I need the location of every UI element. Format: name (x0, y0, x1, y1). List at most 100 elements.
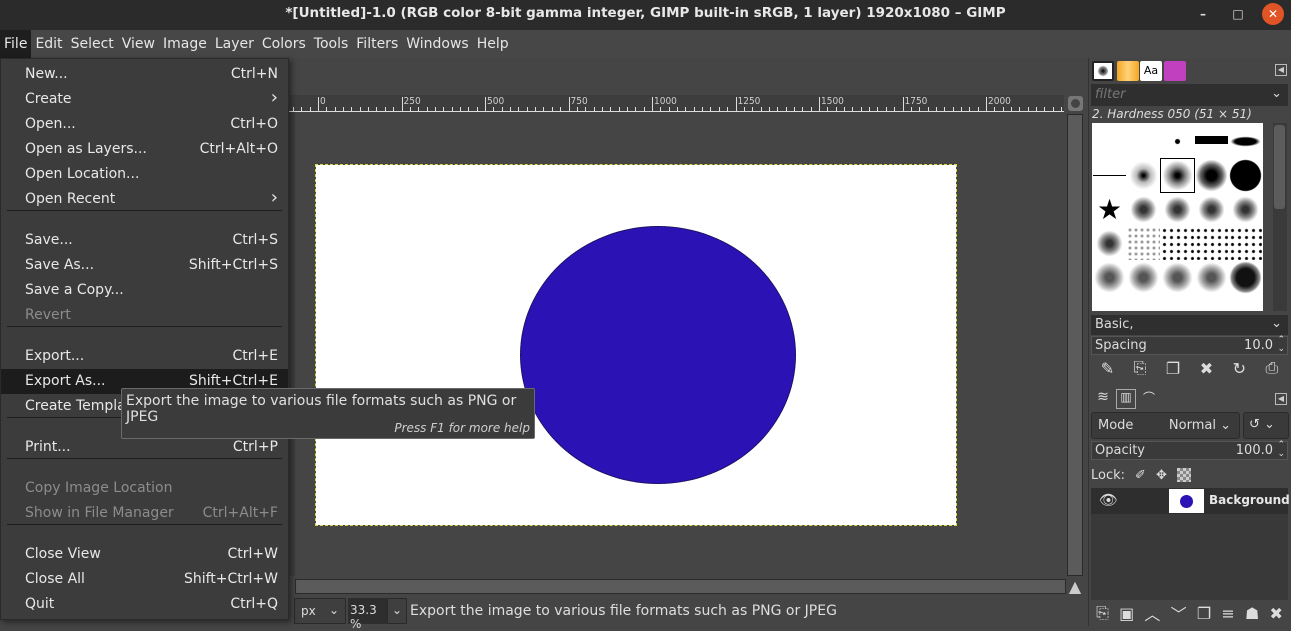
menu-edit[interactable]: Edit (31, 30, 66, 58)
menu-item-copy-image-location[interactable]: Copy Image Location (1, 476, 288, 501)
menu-view[interactable]: View (118, 30, 159, 58)
layer-mask-icon[interactable]: ☗ (1245, 604, 1259, 623)
brush-ellipse-icon[interactable] (1229, 125, 1262, 158)
lower-layer-icon[interactable]: ﹀ (1171, 601, 1187, 625)
brush-texture-icon[interactable] (1161, 261, 1194, 294)
raise-layer-icon[interactable]: ︿ (1144, 601, 1160, 625)
tab-fonts[interactable]: Aa (1140, 61, 1162, 81)
layer-mode-select[interactable]: Mode Normal ⌄ (1091, 412, 1240, 439)
brush-grunge-icon[interactable] (1127, 193, 1160, 226)
brush-line-icon[interactable] (1093, 159, 1126, 192)
delete-brush-icon[interactable]: ✖ (1200, 359, 1213, 378)
brush-tag-select[interactable]: Basic, ⌄ (1091, 315, 1288, 335)
brush-dot-icon[interactable] (1161, 125, 1194, 158)
visibility-eye-icon[interactable]: 👁 (1099, 491, 1118, 509)
brush-soft-m-icon[interactable] (1160, 158, 1195, 193)
menu-filters[interactable]: Filters (352, 30, 402, 58)
menu-item-export[interactable]: Export... Ctrl+E (1, 344, 288, 369)
menu-item-close-view[interactable]: Close View Ctrl+W (1, 542, 288, 567)
menu-item-open-as-layers[interactable]: Open as Layers... Ctrl+Alt+O (1, 137, 288, 162)
brush-splat-icon[interactable] (1127, 227, 1160, 260)
menu-item-save-as[interactable]: Save As... Shift+Ctrl+S (1, 253, 288, 278)
brush-texture-icon[interactable] (1195, 261, 1228, 294)
delete-layer-icon[interactable]: ✖ (1269, 604, 1282, 623)
zoom-dropdown-button[interactable]: ⌄ (387, 598, 407, 624)
vertical-ruler[interactable] (289, 112, 295, 576)
menu-item-revert[interactable]: Revert (1, 303, 288, 328)
lock-position-icon[interactable]: ✥ (1156, 468, 1167, 483)
quick-mask-toggle-icon[interactable]: ▲ (1067, 578, 1083, 596)
brush-dots-icon[interactable] (1195, 227, 1228, 260)
duplicate-layer-icon[interactable]: ❐ (1197, 604, 1211, 623)
menu-item-close-all[interactable]: Close All Shift+Ctrl+W (1, 567, 288, 592)
tab-brushes[interactable] (1092, 61, 1114, 81)
maximize-button[interactable]: □ (1227, 3, 1249, 25)
menu-item-new[interactable]: New... Ctrl+N (1, 62, 288, 87)
menu-item-quit[interactable]: Quit Ctrl+Q (1, 592, 288, 617)
tab-channels[interactable]: ▥ (1116, 389, 1136, 409)
composite-mode-select[interactable]: ↺ ⌄ (1243, 412, 1289, 439)
menu-item-create[interactable]: Create › (1, 87, 288, 112)
chevron-down-icon[interactable]: ⌄ (1271, 86, 1282, 101)
dock-menu-icon[interactable]: ◀ (1275, 393, 1287, 405)
horizontal-scrollbar[interactable] (295, 579, 1066, 594)
menu-item-save-a-copy[interactable]: Save a Copy... (1, 278, 288, 303)
horizontal-ruler[interactable]: 0 250 500 750 1000 1250 1500 1750 2000 (251, 95, 1064, 112)
brush-empty-icon[interactable] (1093, 125, 1126, 158)
brush-grunge-icon[interactable] (1195, 193, 1228, 226)
opacity-slider[interactable]: Opacity 100.0 ⌃ ⌄ (1091, 441, 1288, 460)
brush-grunge-icon[interactable] (1093, 227, 1126, 260)
minimize-button[interactable]: – (1192, 3, 1214, 25)
menu-tools[interactable]: Tools (310, 30, 353, 58)
vertical-scrollbar[interactable] (1067, 114, 1083, 576)
navigate-icon[interactable] (1068, 96, 1083, 111)
menu-item-save[interactable]: Save... Ctrl+S (1, 228, 288, 253)
menu-item-open-location[interactable]: Open Location... (1, 162, 288, 187)
brush-texture-icon[interactable] (1093, 261, 1126, 294)
menu-image[interactable]: Image (159, 30, 211, 58)
close-button[interactable]: ✕ (1262, 3, 1284, 25)
brush-rect-icon[interactable] (1195, 125, 1228, 158)
brush-dots-icon[interactable] (1161, 227, 1194, 260)
menu-windows[interactable]: Windows (402, 30, 473, 58)
menu-colors[interactable]: Colors (258, 30, 310, 58)
new-layer-icon[interactable]: ⎘ (1096, 603, 1109, 623)
refresh-brushes-icon[interactable]: ↻ (1233, 359, 1246, 378)
menu-item-show-in-file-manager[interactable]: Show in File Manager Ctrl+Alt+F (1, 501, 288, 526)
tab-paths[interactable]: ⌒ (1138, 389, 1160, 409)
tab-layers[interactable]: ≋ (1092, 389, 1114, 409)
duplicate-brush-icon[interactable]: ❐ (1166, 359, 1180, 378)
spin-icon[interactable]: ⌃ ⌄ (1277, 336, 1285, 354)
menu-select[interactable]: Select (67, 30, 118, 58)
new-layer-group-icon[interactable]: ▣ (1119, 604, 1134, 623)
merge-layer-icon[interactable]: ≡ (1221, 604, 1234, 623)
menu-item-open-recent[interactable]: Open Recent › (1, 187, 288, 212)
layer-row[interactable]: 👁 Background (1091, 488, 1290, 514)
brush-hard-icon[interactable] (1229, 159, 1262, 192)
menu-item-open[interactable]: Open... Ctrl+O (1, 112, 288, 137)
edit-brush-icon[interactable]: ✎ (1101, 359, 1114, 378)
brush-grunge-icon[interactable] (1229, 193, 1262, 226)
brush-grid[interactable]: ★ (1092, 123, 1263, 311)
spin-icon[interactable]: ⌃ ⌄ (1277, 441, 1285, 459)
dock-menu-icon[interactable]: ◀ (1275, 64, 1287, 76)
menu-file[interactable]: File (0, 30, 32, 58)
brush-texture-icon[interactable] (1127, 261, 1160, 294)
brush-soft-l-icon[interactable] (1195, 159, 1228, 192)
spacing-slider[interactable]: Spacing 10.0 ⌃ ⌄ (1091, 336, 1288, 355)
open-as-image-icon[interactable]: ⎙ (1265, 358, 1278, 378)
brush-grunge-icon[interactable] (1161, 193, 1194, 226)
brush-texture-dark-icon[interactable] (1229, 261, 1262, 294)
new-brush-icon[interactable]: ⎘ (1134, 358, 1147, 378)
tab-document-history[interactable] (1164, 61, 1186, 81)
brush-empty-icon[interactable] (1127, 125, 1160, 158)
tab-patterns[interactable] (1117, 61, 1139, 81)
brush-filter-input[interactable]: filter ⌄ (1091, 84, 1288, 106)
lock-pixels-icon[interactable]: ✐ (1135, 468, 1146, 483)
lock-alpha-icon[interactable] (1176, 468, 1191, 482)
brush-star-icon[interactable]: ★ (1093, 193, 1126, 226)
brush-dots-icon[interactable] (1229, 227, 1262, 260)
unit-select[interactable]: px ⌄ (294, 598, 346, 624)
menu-layer[interactable]: Layer (211, 30, 258, 58)
brush-scrollbar[interactable] (1273, 123, 1287, 311)
